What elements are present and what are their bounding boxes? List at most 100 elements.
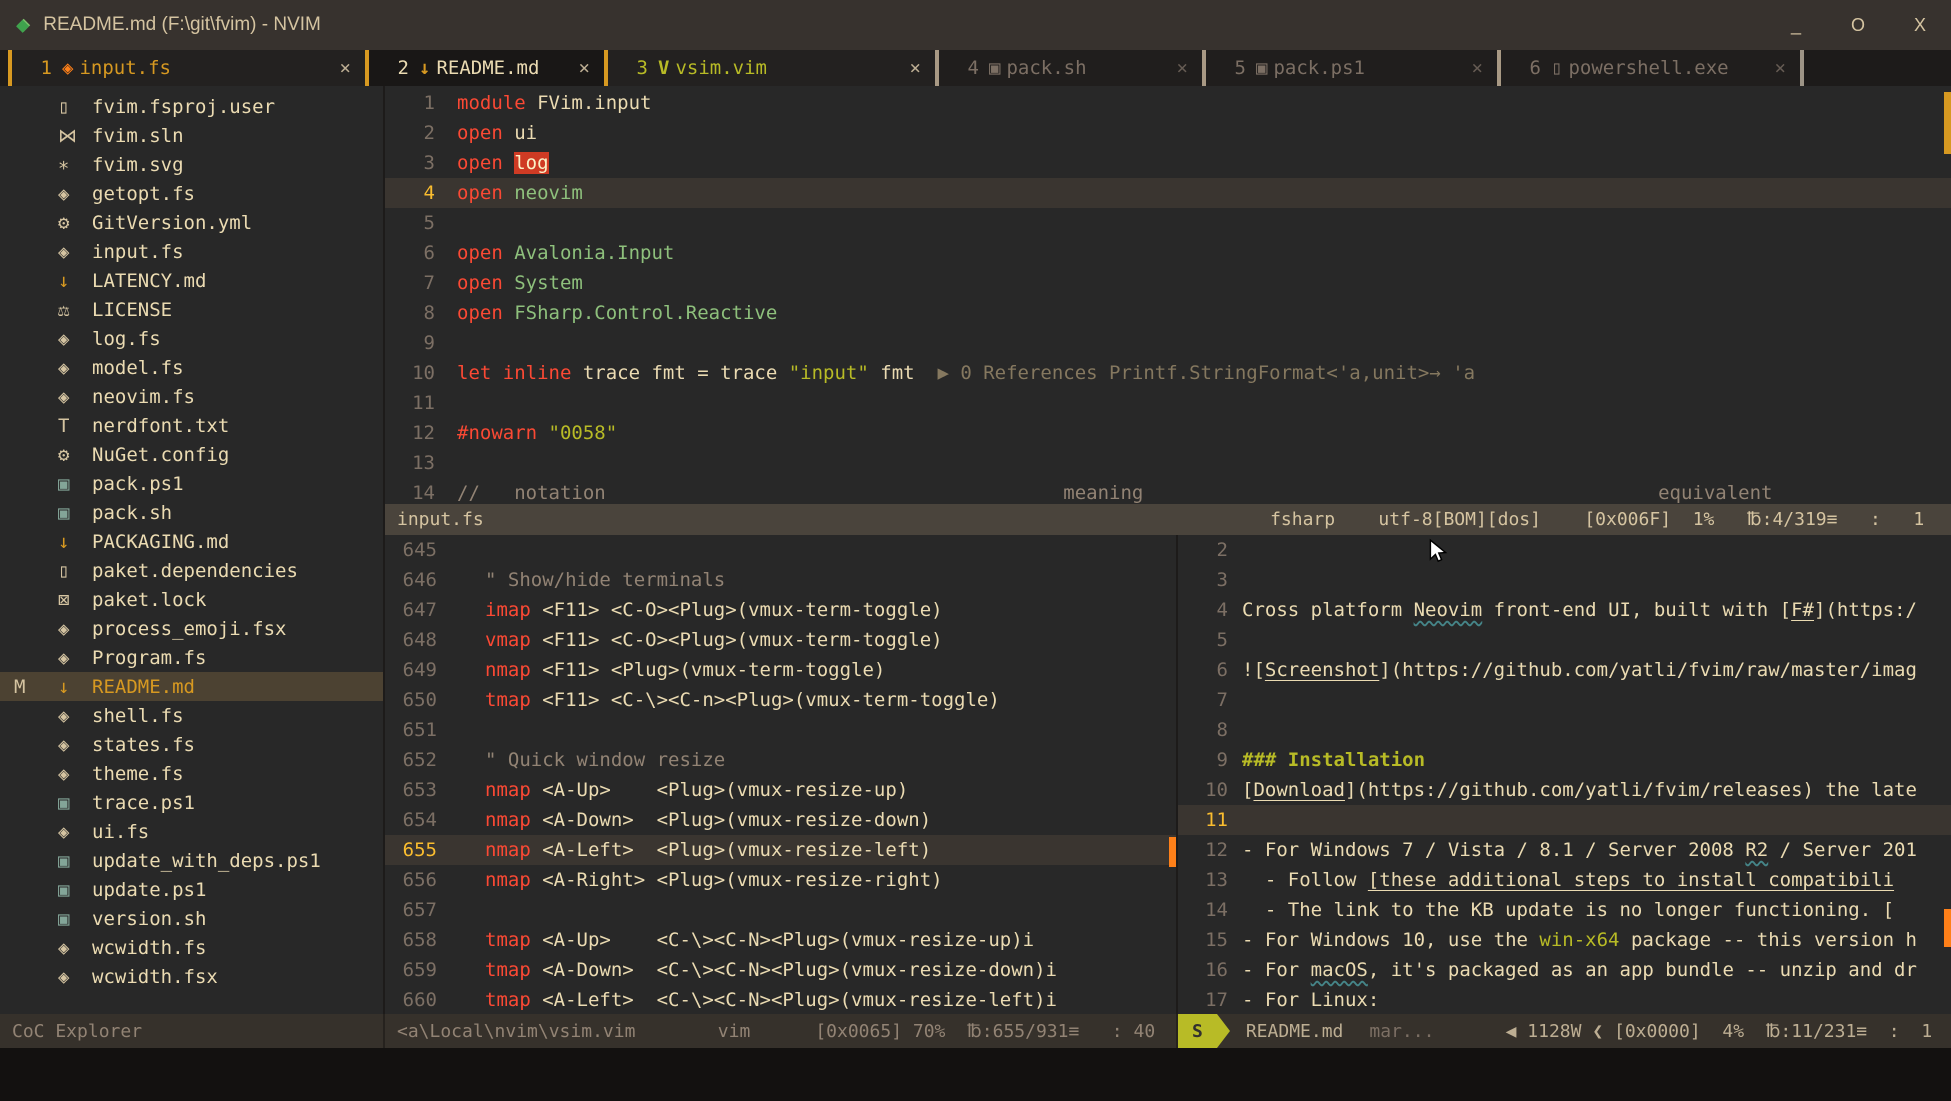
tab-close-icon[interactable]: × [900,57,921,79]
file-name: LATENCY.md [92,269,207,292]
editor-line-6[interactable]: 6 open Avalonia.Input [385,238,1951,268]
editor-line-4[interactable]: 4 Cross platform Neovim front-end UI, bui… [1178,595,1951,625]
scrollbar-thumb[interactable] [1169,837,1176,867]
editor-line-10[interactable]: 10 [Download](https://github.com/yatli/fv… [1178,775,1951,805]
file-item-fvim.svg[interactable]: ∗ fvim.svg [0,150,383,179]
editor-line-7[interactable]: 7 [1178,685,1951,715]
file-item-process_emoji.fsx[interactable]: ◈ process_emoji.fsx [0,614,383,643]
editor-line-8[interactable]: 8 [1178,715,1951,745]
editor-line-650[interactable]: 650 tmap <F11> <C-\><C-n><Plug>(vmux-term… [385,685,1176,715]
editor-line-17[interactable]: 17 - For Linux: [1178,985,1951,1014]
file-item-LICENSE[interactable]: ⚖ LICENSE [0,295,383,324]
file-item-LATENCY.md[interactable]: ↓ LATENCY.md [0,266,383,295]
file-item-fvim.fsproj.user[interactable]: ▯ fvim.fsproj.user [0,92,383,121]
editor-line-9[interactable]: 9 ### Installation [1178,745,1951,775]
file-item-update.ps1[interactable]: ▣ update.ps1 [0,875,383,904]
tab-pack.sh[interactable]: 4 ▣ pack.sh × [935,50,1202,86]
file-item-trace.ps1[interactable]: ▣ trace.ps1 [0,788,383,817]
editor-line-14[interactable]: 14 - The link to the KB update is no lon… [1178,895,1951,925]
file-item-pack.sh[interactable]: ▣ pack.sh [0,498,383,527]
file-item-fvim.sln[interactable]: ⋈ fvim.sln [0,121,383,150]
editor-line-7[interactable]: 7 open System [385,268,1951,298]
file-item-paket.lock[interactable]: ⊠ paket.lock [0,585,383,614]
editor-line-12[interactable]: 12 #nowarn "0058" [385,418,1951,448]
editor-line-646[interactable]: 646 " Show/hide terminals [385,565,1176,595]
file-item-states.fs[interactable]: ◈ states.fs [0,730,383,759]
editor-line-10[interactable]: 10 let inline trace fmt = trace "input" f… [385,358,1951,388]
editor-line-5[interactable]: 5 [385,208,1951,238]
maximize-button[interactable]: O [1827,0,1889,50]
editor-line-656[interactable]: 656 nmap <A-Right> <Plug>(vmux-resize-rig… [385,865,1176,895]
file-item-GitVersion.yml[interactable]: ⚙ GitVersion.yml [0,208,383,237]
editor-line-651[interactable]: 651 [385,715,1176,745]
tab-input.fs[interactable]: 1 ◈ input.fs × [8,50,365,86]
editor-line-653[interactable]: 653 nmap <A-Up> <Plug>(vmux-resize-up) [385,775,1176,805]
file-item-theme.fs[interactable]: ◈ theme.fs [0,759,383,788]
editor-line-1[interactable]: 1 module FVim.input [385,88,1951,118]
editor-line-9[interactable]: 9 [385,328,1951,358]
minimize-button[interactable]: _ [1765,0,1827,50]
editor-line-654[interactable]: 654 nmap <A-Down> <Plug>(vmux-resize-down… [385,805,1176,835]
tab-pack.ps1[interactable]: 5 ▣ pack.ps1 × [1202,50,1497,86]
file-item-model.fs[interactable]: ◈ model.fs [0,353,383,382]
editor-line-659[interactable]: 659 tmap <A-Down> <C-\><C-N><Plug>(vmux-r… [385,955,1176,985]
tab-close-icon[interactable]: × [569,57,590,79]
editor-line-13[interactable]: 13 - Follow [these additional steps to i… [1178,865,1951,895]
editor-line-14[interactable]: 14 // notation meaning equivalent [385,478,1951,504]
tab-README.md[interactable]: 2 ↓ README.md × [365,50,604,86]
editor-line-649[interactable]: 649 nmap <F11> <Plug>(vmux-term-toggle) [385,655,1176,685]
editor-line-652[interactable]: 652 " Quick window resize [385,745,1176,775]
editor-line-5[interactable]: 5 [1178,625,1951,655]
editor-line-12[interactable]: 12 - For Windows 7 / Vista / 8.1 / Server… [1178,835,1951,865]
file-item-shell.fs[interactable]: ◈ shell.fs [0,701,383,730]
editor-line-647[interactable]: 647 imap <F11> <C-O><Plug>(vmux-term-togg… [385,595,1176,625]
tab-close-icon[interactable]: × [330,57,351,79]
file-item-README.md[interactable]: M ↓ README.md [0,672,383,701]
tab-close-icon[interactable]: × [1765,57,1786,79]
editor-line-11[interactable]: 11 [385,388,1951,418]
editor-line-15[interactable]: 15 - For Windows 10, use the win-x64 pack… [1178,925,1951,955]
file-item-input.fs[interactable]: ◈ input.fs [0,237,383,266]
close-button[interactable]: X [1889,0,1951,50]
file-item-log.fs[interactable]: ◈ log.fs [0,324,383,353]
scrollbar-thumb[interactable] [1944,92,1951,154]
file-item-NuGet.config[interactable]: ⚙ NuGet.config [0,440,383,469]
editor-line-6[interactable]: 6 ![Screenshot](https://github.com/yatli/… [1178,655,1951,685]
editor-readme-md[interactable]: 2 3 4 Cross platform Neovim front-end UI, b… [1178,535,1951,1014]
file-item-PACKAGING.md[interactable]: ↓ PACKAGING.md [0,527,383,556]
editor-line-660[interactable]: 660 tmap <A-Left> <C-\><C-N><Plug>(vmux-r… [385,985,1176,1014]
editor-line-2[interactable]: 2 [1178,535,1951,565]
file-item-wcwidth.fs[interactable]: ◈ wcwidth.fs [0,933,383,962]
file-item-nerdfont.txt[interactable]: Tnerdfont.txt [0,411,383,440]
editor-line-8[interactable]: 8 open FSharp.Control.Reactive [385,298,1951,328]
tab-vsim.vim[interactable]: 3 Vvsim.vim × [604,50,935,86]
editor-vsim-vim[interactable]: 645 646 " Show/hide terminals 647 imap <F11>… [385,535,1176,1014]
editor-line-655[interactable]: 655 nmap <A-Left> <Plug>(vmux-resize-left… [385,835,1176,865]
tab-powershell.exe[interactable]: 6 ▯ powershell.exe × [1497,50,1800,86]
file-item-paket.dependencies[interactable]: ▯ paket.dependencies [0,556,383,585]
editor-input-fs[interactable]: 1 module FVim.input 2 open ui 3 open log 4 open… [385,86,1951,504]
editor-line-3[interactable]: 3 [1178,565,1951,595]
scrollbar-thumb[interactable] [1944,909,1951,947]
file-item-ui.fs[interactable]: ◈ ui.fs [0,817,383,846]
file-item-Program.fs[interactable]: ◈ Program.fs [0,643,383,672]
editor-line-11[interactable]: 11 [1178,805,1951,835]
editor-line-16[interactable]: 16 - For macOS, it's packaged as an app b… [1178,955,1951,985]
editor-line-657[interactable]: 657 [385,895,1176,925]
tab-close-icon[interactable]: × [1462,57,1483,79]
editor-line-648[interactable]: 648 vmap <F11> <C-O><Plug>(vmux-term-togg… [385,625,1176,655]
line-number: 659 [402,959,437,981]
editor-line-13[interactable]: 13 [385,448,1951,478]
editor-line-4[interactable]: 4 open neovim [385,178,1951,208]
file-item-update_with_deps.ps1[interactable]: ▣ update_with_deps.ps1 [0,846,383,875]
file-item-version.sh[interactable]: ▣ version.sh [0,904,383,933]
editor-line-2[interactable]: 2 open ui [385,118,1951,148]
file-item-wcwidth.fsx[interactable]: ◈ wcwidth.fsx [0,962,383,991]
file-item-pack.ps1[interactable]: ▣ pack.ps1 [0,469,383,498]
file-item-getopt.fs[interactable]: ◈ getopt.fs [0,179,383,208]
editor-line-658[interactable]: 658 tmap <A-Up> <C-\><C-N><Plug>(vmux-res… [385,925,1176,955]
file-item-neovim.fs[interactable]: ◈ neovim.fs [0,382,383,411]
tab-close-icon[interactable]: × [1167,57,1188,79]
editor-line-645[interactable]: 645 [385,535,1176,565]
editor-line-3[interactable]: 3 open log [385,148,1951,178]
